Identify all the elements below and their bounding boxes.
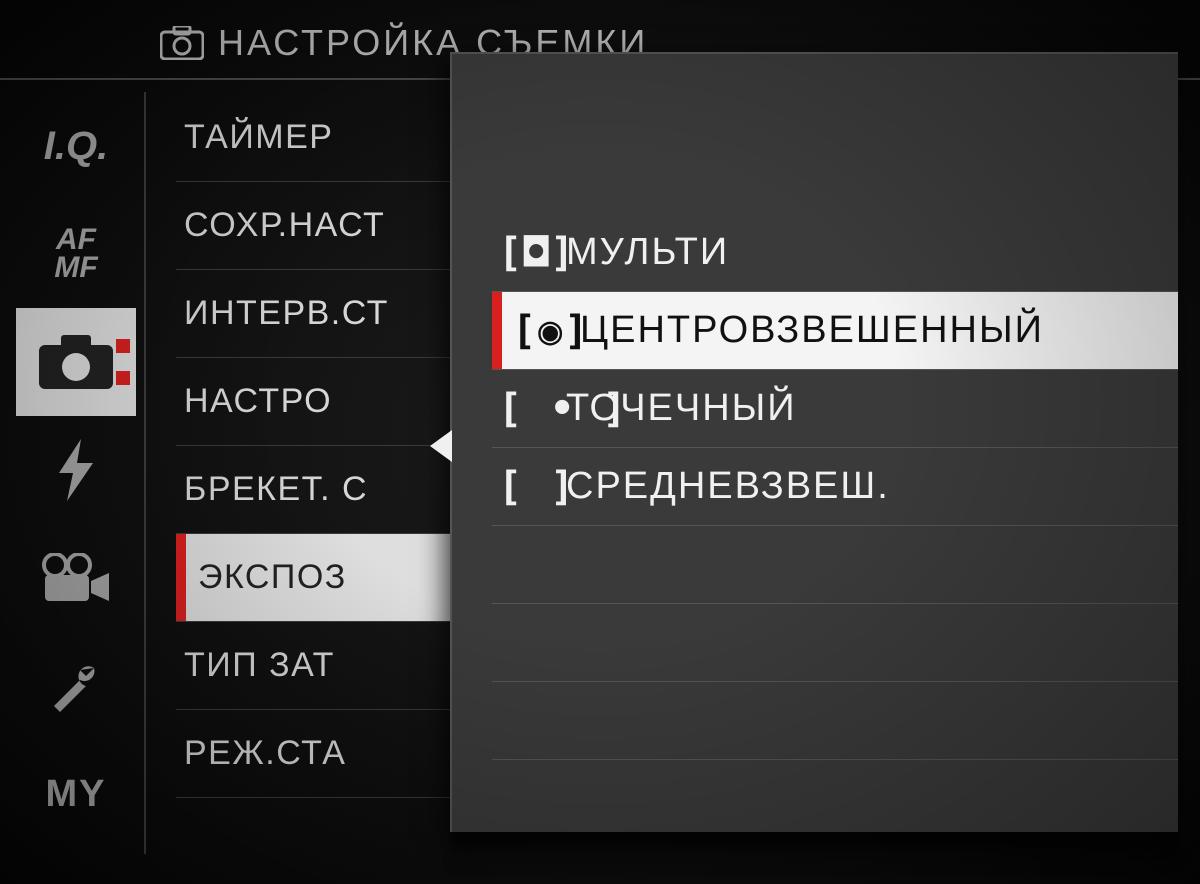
selection-indicator-icon [116, 339, 130, 385]
sidebar-item-iq[interactable]: I.Q. [16, 92, 136, 200]
menu-item-label: СОХР.НАСТ [184, 206, 385, 245]
menu-item-save[interactable]: СОХР.НАСТ [176, 182, 476, 270]
sidebar-item-shooting[interactable] [16, 308, 136, 416]
sidebar-divider [144, 92, 146, 854]
menu-item-label: ИНТЕРВ.СТ [184, 294, 389, 333]
flash-icon [53, 437, 99, 503]
menu-item-label: ЭКСПОЗ [198, 558, 347, 597]
camera-menu-screen: НАСТРОЙКА СЪЕМКИ I.Q. AFMF [0, 0, 1200, 884]
sidebar-item-movie[interactable] [16, 524, 136, 632]
option-label: МУЛЬТИ [566, 231, 1178, 274]
menu-item-label: РЕЖ.СТА [184, 734, 346, 773]
sidebar-item-flash[interactable] [16, 416, 136, 524]
camera-icon [37, 333, 115, 391]
category-sidebar: I.Q. AFMF [16, 92, 136, 854]
wrench-icon [46, 656, 106, 716]
option-label: СРЕДНЕВЗВЕШ. [566, 465, 1178, 508]
movie-camera-icon [41, 553, 111, 603]
empty-row [492, 526, 1178, 604]
option-center-weighted[interactable]: [◉] ЦЕНТРОВЗВЕШЕННЫЙ [492, 292, 1178, 370]
option-average[interactable]: [ ] СРЕДНЕВЗВЕШ. [492, 448, 1178, 526]
metering-multi-icon: [◘] [498, 230, 558, 276]
menu-item-stabilization[interactable]: РЕЖ.СТА [176, 710, 476, 798]
menu-item-label: НАСТРО [184, 382, 332, 421]
option-label: ЦЕНТРОВЗВЕШЕННЫЙ [580, 309, 1178, 352]
metering-spot-icon: [ • ] [498, 386, 558, 432]
empty-row [492, 682, 1178, 760]
camera-icon [160, 26, 204, 60]
option-label: ТОЧЕЧНЫЙ [566, 387, 1178, 430]
sidebar-item-my[interactable]: MY [16, 740, 136, 848]
menu-item-metering[interactable]: ЭКСПОЗ [176, 534, 476, 622]
my-label: MY [46, 773, 107, 816]
menu-item-label: ТАЙМЕР [184, 118, 333, 157]
menu-item-label: ТИП ЗАТ [184, 646, 335, 685]
sidebar-item-setup[interactable] [16, 632, 136, 740]
menu-item-label: БРЕКЕТ. С [184, 470, 368, 509]
metering-average-icon: [ ] [498, 464, 558, 510]
afmf-label: AFMF [54, 226, 97, 283]
metering-submenu-popup: [◘] МУЛЬТИ [◉] ЦЕНТРОВЗВЕШЕННЫЙ [ • ] ТО… [450, 52, 1178, 832]
sidebar-item-afmf[interactable]: AFMF [16, 200, 136, 308]
empty-row [492, 760, 1178, 838]
option-spot[interactable]: [ • ] ТОЧЕЧНЫЙ [492, 370, 1178, 448]
menu-item-interval[interactable]: ИНТЕРВ.СТ [176, 270, 476, 358]
menu-item-shutter[interactable]: ТИП ЗАТ [176, 622, 476, 710]
option-multi[interactable]: [◘] МУЛЬТИ [492, 214, 1178, 292]
metering-center-icon: [◉] [512, 308, 572, 354]
menu-item-timer[interactable]: ТАЙМЕР [176, 94, 476, 182]
back-arrow-icon[interactable] [430, 430, 452, 462]
empty-row [492, 604, 1178, 682]
iq-label: I.Q. [44, 124, 108, 169]
